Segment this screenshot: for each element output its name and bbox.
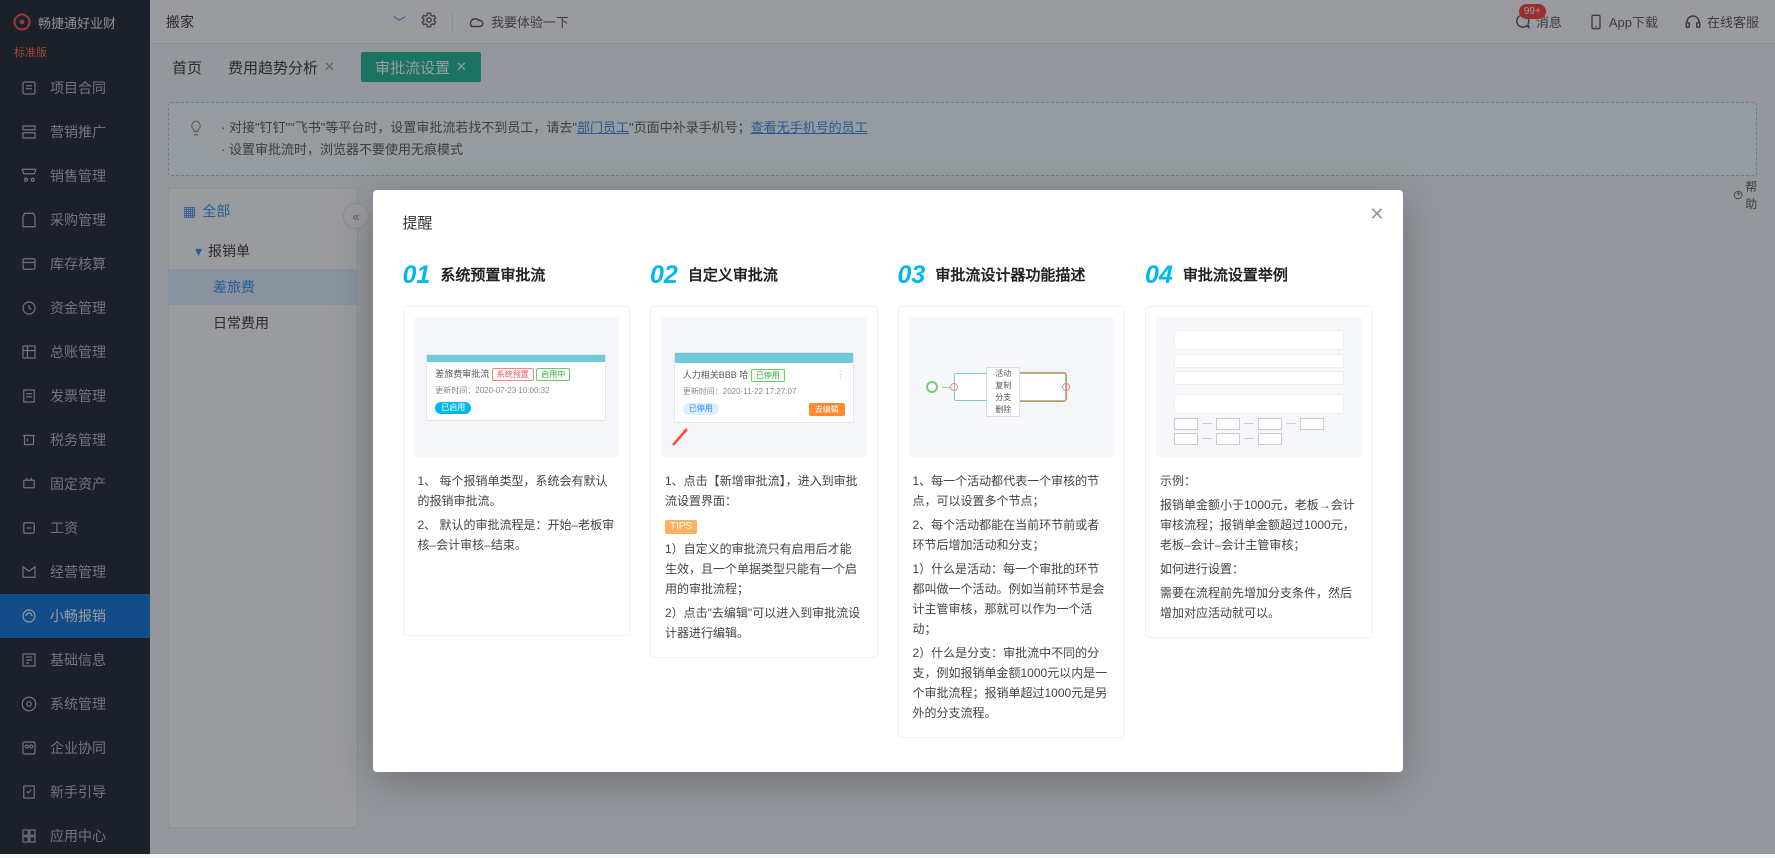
modal-mask: 提醒 ✕ 01系统预置审批流 差旅费审批流 系统预置 启用中 更新时间：2020… [0,0,1775,854]
guide-card-3: 03审批流设计器功能描述 活动 复制 分支 删除 [898,261,1126,738]
modal-close-button[interactable]: ✕ [1369,204,1384,225]
guide-card-1: 01系统预置审批流 差旅费审批流 系统预置 启用中 更新时间：2020-07-2… [403,261,631,738]
guide-card-4: 04审批流设置举例 示例： [1145,261,1373,738]
guide-thumb-4 [1156,317,1362,457]
modal-dialog: 提醒 ✕ 01系统预置审批流 差旅费审批流 系统预置 启用中 更新时间：2020… [373,190,1403,772]
modal-cards: 01系统预置审批流 差旅费审批流 系统预置 启用中 更新时间：2020-07-2… [403,261,1373,738]
guide-card-2: 02自定义审批流 人力相关BBB 哈 已停用 ⋮ 更新时间：2020-11-22… [650,261,878,738]
arrow-pointer-icon [671,425,693,447]
guide-thumb-1: 差旅费审批流 系统预置 启用中 更新时间：2020-07-23 10:00:32… [414,317,620,457]
guide-thumb-2: 人力相关BBB 哈 已停用 ⋮ 更新时间：2020-11-22 17:27:07… [661,317,867,457]
modal-title: 提醒 [403,212,1373,233]
guide-thumb-3: 活动 复制 分支 删除 [909,317,1115,457]
close-icon: ✕ [1369,204,1384,224]
